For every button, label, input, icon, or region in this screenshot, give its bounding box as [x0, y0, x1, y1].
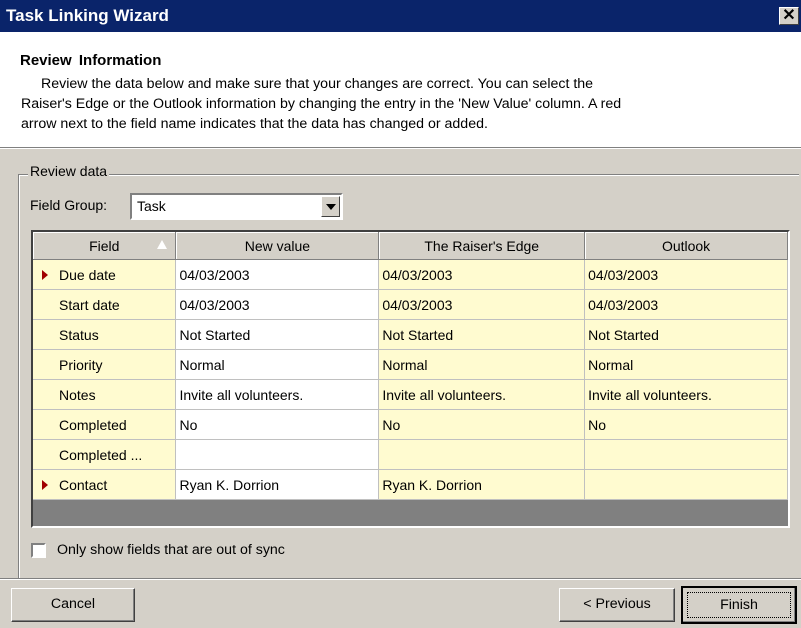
task-linking-wizard-window: Task Linking Wizard ✕ Review Information… — [0, 0, 801, 628]
header-divider — [0, 148, 801, 149]
review-grid[interactable]: Field New value The Raiser's Edge Outloo… — [31, 230, 790, 528]
previous-button[interactable]: < Previous — [559, 588, 675, 622]
field-cell: Due date — [33, 259, 177, 290]
out-of-sync-checkbox[interactable] — [31, 543, 46, 558]
table-header-row: Field New value The Raiser's Edge Outloo… — [33, 232, 788, 260]
wizard-header: Review Information Review the data below… — [0, 32, 801, 148]
review-data-group-label: Review data — [28, 163, 110, 179]
new-value-cell[interactable]: Invite all volunteers. — [175, 379, 380, 410]
raisers-edge-cell: Normal — [378, 349, 586, 380]
outlook-cell — [584, 439, 788, 470]
outlook-cell — [584, 469, 788, 500]
field-cell: Start date — [33, 289, 177, 320]
new-value-cell[interactable]: 04/03/2003 — [175, 289, 380, 320]
out-of-sync-label[interactable]: Only show fields that are out of sync — [57, 542, 285, 558]
raisers-edge-cell: 04/03/2003 — [378, 289, 586, 320]
column-header-field[interactable]: Field — [33, 232, 177, 260]
outlook-cell: 04/03/2003 — [584, 289, 788, 320]
new-value-cell[interactable]: Not Started — [175, 319, 380, 350]
raisers-edge-cell: 04/03/2003 — [378, 259, 586, 290]
description-line-3: arrow next to the field name indicates t… — [21, 116, 488, 132]
field-cell: Contact — [33, 469, 177, 500]
review-table: Field New value The Raiser's Edge Outloo… — [33, 232, 788, 500]
field-cell: Notes — [33, 379, 177, 410]
raisers-edge-cell: Not Started — [378, 319, 586, 350]
field-cell: Priority — [33, 349, 177, 380]
changed-arrow-icon — [42, 270, 48, 280]
table-row[interactable]: Priority Normal Normal Normal — [33, 349, 788, 380]
raisers-edge-cell: Ryan K. Dorrion — [378, 469, 586, 500]
new-value-cell[interactable]: No — [175, 409, 380, 440]
outlook-cell: Not Started — [584, 319, 788, 350]
field-cell: Completed — [33, 409, 177, 440]
raisers-edge-cell: No — [378, 409, 586, 440]
column-header-raisers-edge[interactable]: The Raiser's Edge — [378, 232, 586, 260]
description-line-2: Raiser's Edge or the Outlook information… — [21, 96, 622, 112]
page-title: Review Information — [20, 52, 162, 69]
table-row[interactable]: Completed ... — [33, 439, 788, 470]
table-row[interactable]: Due date 04/03/2003 04/03/2003 04/03/200… — [33, 259, 788, 290]
field-group-value: Task — [137, 198, 166, 214]
close-icon[interactable]: ✕ — [779, 7, 799, 25]
outlook-cell: No — [584, 409, 788, 440]
table-row[interactable]: Notes Invite all volunteers. Invite all … — [33, 379, 788, 410]
field-cell: Completed ... — [33, 439, 177, 470]
new-value-cell[interactable]: 04/03/2003 — [175, 259, 380, 290]
sort-ascending-icon — [157, 240, 168, 249]
table-row[interactable]: Start date 04/03/2003 04/03/2003 04/03/2… — [33, 289, 788, 320]
changed-arrow-icon — [42, 480, 48, 490]
table-row[interactable]: Contact Ryan K. Dorrion Ryan K. Dorrion — [33, 469, 788, 500]
table-row[interactable]: Completed No No No — [33, 409, 788, 440]
cancel-button[interactable]: Cancel — [11, 588, 135, 622]
field-cell: Status — [33, 319, 177, 350]
column-header-new-value[interactable]: New value — [175, 232, 380, 260]
window-title: Task Linking Wizard — [6, 6, 169, 25]
title-bar[interactable]: Task Linking Wizard ✕ — [0, 0, 801, 32]
outlook-cell: Invite all volunteers. — [584, 379, 788, 410]
field-group-label: Field Group: — [30, 197, 108, 213]
new-value-cell[interactable]: Ryan K. Dorrion — [175, 469, 380, 500]
outlook-cell: 04/03/2003 — [584, 259, 788, 290]
description-line-1: Review the data below and make sure that… — [41, 76, 594, 92]
table-row[interactable]: Status Not Started Not Started Not Start… — [33, 319, 788, 350]
new-value-cell[interactable] — [175, 439, 380, 470]
footer-divider-highlight — [0, 579, 801, 580]
chevron-down-icon[interactable] — [321, 196, 340, 217]
new-value-cell[interactable]: Normal — [175, 349, 380, 380]
raisers-edge-cell — [378, 439, 586, 470]
column-header-outlook[interactable]: Outlook — [584, 232, 788, 260]
raisers-edge-cell: Invite all volunteers. — [378, 379, 586, 410]
field-group-select[interactable]: Task — [130, 193, 343, 220]
finish-button[interactable]: Finish — [681, 586, 797, 624]
finish-button-label: Finish — [687, 592, 791, 618]
outlook-cell: Normal — [584, 349, 788, 380]
